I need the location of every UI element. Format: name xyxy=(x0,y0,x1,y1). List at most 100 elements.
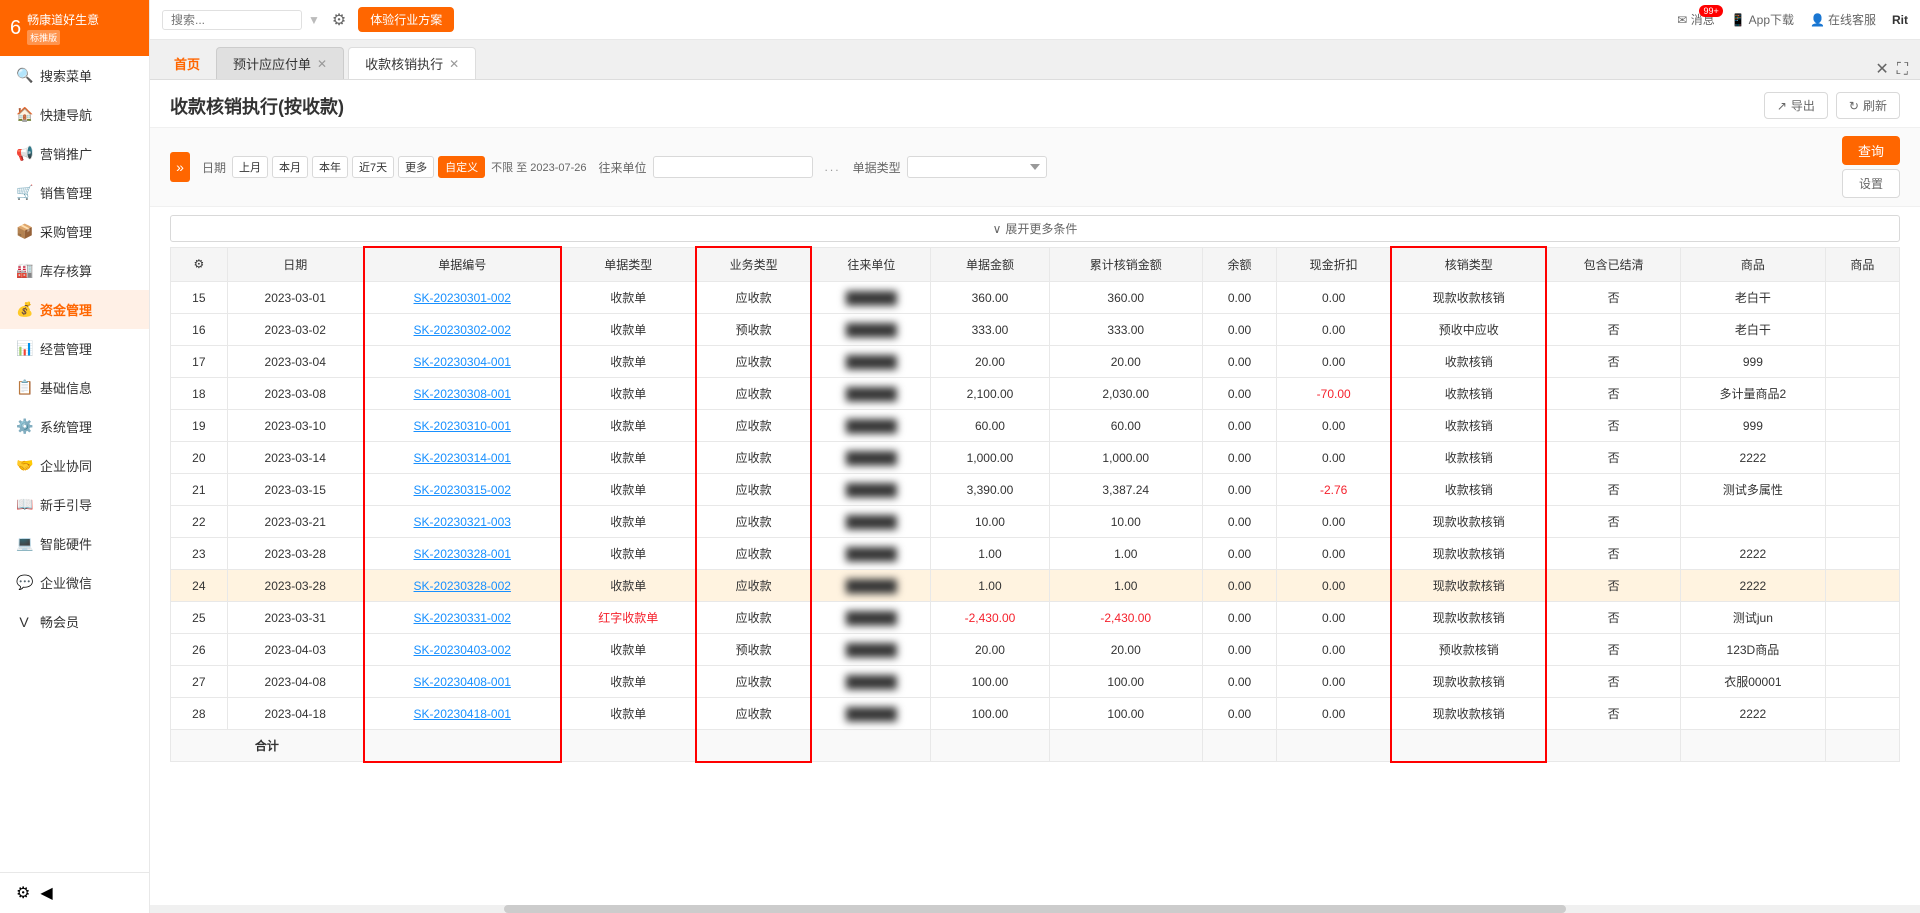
table-row: 262023-04-03SK-20230403-002收款单预收款██████2… xyxy=(171,634,1900,666)
cell-date: 2023-03-01 xyxy=(227,282,364,314)
table-row: 252023-03-31SK-20230331-002红字收款单应收款█████… xyxy=(171,602,1900,634)
cell-cumulative: 20.00 xyxy=(1049,346,1202,378)
sidebar-item-system[interactable]: ⚙️ 系统管理 xyxy=(0,407,149,446)
cell-biz-type: 应收款 xyxy=(696,506,811,538)
sidebar-item-operation[interactable]: 📊 经营管理 xyxy=(0,329,149,368)
cell-writeoff-type: 现款收款核销 xyxy=(1391,570,1546,602)
voucher-no-link[interactable]: SK-20230308-001 xyxy=(414,387,511,401)
tab-home[interactable]: 首页 xyxy=(162,48,212,79)
col-settings-header[interactable]: ⚙ xyxy=(171,247,228,282)
filter-date-this-month[interactable]: 本月 xyxy=(272,156,308,178)
cell-goods2 xyxy=(1825,698,1899,730)
app-download-link[interactable]: 📱 App下载 xyxy=(1731,11,1794,28)
voucher-no-link[interactable]: SK-20230314-001 xyxy=(414,451,511,465)
voucher-no-link[interactable]: SK-20230302-002 xyxy=(414,323,511,337)
data-table: ⚙ 日期 单据编号 单据类型 业务类型 往来单位 单据金额 累计核销金额 余额 … xyxy=(170,246,1900,763)
cell-date: 2023-03-02 xyxy=(227,314,364,346)
cell-balance: 0.00 xyxy=(1202,378,1276,410)
sidebar-item-corp[interactable]: 🤝 企业协同 xyxy=(0,446,149,485)
wechat-icon: 💬 xyxy=(16,574,32,591)
sidebar-item-sales[interactable]: 🛒 销售管理 xyxy=(0,173,149,212)
tab-close-all-icon[interactable]: ✕ xyxy=(1875,59,1888,79)
sidebar-item-inventory[interactable]: 🏭 库存核算 xyxy=(0,251,149,290)
sidebar-item-quicknav[interactable]: 🏠 快捷导航 xyxy=(0,95,149,134)
cell-goods2 xyxy=(1825,410,1899,442)
tab-collection-close[interactable]: ✕ xyxy=(449,57,459,71)
cell-counterparty: ██████ xyxy=(811,314,931,346)
expand-more-button[interactable]: ∨ 展开更多条件 xyxy=(170,215,1900,242)
cell-include-settled: 否 xyxy=(1546,282,1680,314)
voucher-no-link[interactable]: SK-20230328-002 xyxy=(414,579,511,593)
voucher-no-link[interactable]: SK-20230321-003 xyxy=(414,515,511,529)
voucher-no-link[interactable]: SK-20230328-001 xyxy=(414,547,511,561)
cell-counterparty: ██████ xyxy=(811,666,931,698)
cell-counterparty: ██████ xyxy=(811,442,931,474)
sidebar-item-finance[interactable]: 💰 资金管理 xyxy=(0,290,149,329)
voucher-no-link[interactable]: SK-20230408-001 xyxy=(414,675,511,689)
tab-collection[interactable]: 收款核销执行 ✕ xyxy=(348,47,476,79)
filter-date-more[interactable]: 更多 xyxy=(398,156,434,178)
cell-voucher-type: 收款单 xyxy=(561,346,696,378)
refresh-button[interactable]: ↻ 刷新 xyxy=(1836,92,1900,119)
cell-writeoff-type: 现款收款核销 xyxy=(1391,282,1546,314)
topbar-settings-icon[interactable]: ⚙ xyxy=(332,10,346,30)
expand-more-row: ∨ 展开更多条件 xyxy=(150,207,1920,246)
voucher-no-link[interactable]: SK-20230304-001 xyxy=(414,355,511,369)
filter-date-7days[interactable]: 近7天 xyxy=(352,156,394,178)
cell-balance: 0.00 xyxy=(1202,314,1276,346)
tab-prepay-close[interactable]: ✕ xyxy=(317,57,327,71)
cell-voucher-no: SK-20230328-002 xyxy=(364,570,561,602)
query-button[interactable]: 查询 xyxy=(1842,136,1900,165)
voucher-no-link[interactable]: SK-20230310-001 xyxy=(414,419,511,433)
cell-cumulative: 1.00 xyxy=(1049,570,1202,602)
cell-date: 2023-03-10 xyxy=(227,410,364,442)
filter-expand-button[interactable]: » xyxy=(170,152,190,182)
sidebar-item-marketing[interactable]: 📢 营销推广 xyxy=(0,134,149,173)
scroll-thumb[interactable] xyxy=(504,905,1566,913)
cell-biz-type: 应收款 xyxy=(696,346,811,378)
voucher-no-link[interactable]: SK-20230331-002 xyxy=(414,611,511,625)
filter-voucher-type-select[interactable] xyxy=(907,156,1047,178)
page-header-actions: ↗ 导出 ↻ 刷新 xyxy=(1764,92,1900,119)
cell-biz-type: 应收款 xyxy=(696,570,811,602)
user-avatar[interactable]: Rit xyxy=(1892,13,1908,27)
cell-cumulative: 1.00 xyxy=(1049,538,1202,570)
voucher-no-link[interactable]: SK-20230315-002 xyxy=(414,483,511,497)
filter-bar: » 日期 上月 本月 本年 近7天 更多 自定义 不限 至 2023-07-26… xyxy=(150,128,1920,207)
topbar-search-input[interactable] xyxy=(162,10,302,30)
table-row: 182023-03-08SK-20230308-001收款单应收款██████2… xyxy=(171,378,1900,410)
cell-balance: 0.00 xyxy=(1202,346,1276,378)
filter-date-this-year[interactable]: 本年 xyxy=(312,156,348,178)
sidebar-collapse-icon[interactable]: ◀ xyxy=(40,883,52,903)
sidebar-item-guide[interactable]: 📖 新手引导 xyxy=(0,485,149,524)
voucher-no-link[interactable]: SK-20230301-002 xyxy=(414,291,511,305)
cell-voucher-no: SK-20230308-001 xyxy=(364,378,561,410)
filter-counterparty-input[interactable] xyxy=(653,156,813,178)
filter-counterparty-group: 往来单位 xyxy=(599,156,813,178)
filter-date-custom[interactable]: 自定义 xyxy=(438,156,485,178)
voucher-no-link[interactable]: SK-20230418-001 xyxy=(414,707,511,721)
col-include-settled-header: 包含已结清 xyxy=(1546,247,1680,282)
sidebar-item-wechat[interactable]: 💬 企业微信 xyxy=(0,563,149,602)
industry-solution-button[interactable]: 体验行业方案 xyxy=(358,7,454,32)
member-icon: V xyxy=(16,614,32,630)
sidebar-settings-icon[interactable]: ⚙ xyxy=(16,883,30,903)
voucher-no-link[interactable]: SK-20230403-002 xyxy=(414,643,511,657)
sidebar-item-search[interactable]: 🔍 搜索菜单 xyxy=(0,56,149,95)
sidebar-item-member[interactable]: V 畅会员 xyxy=(0,602,149,641)
online-support-link[interactable]: 👤 在线客服 xyxy=(1810,11,1876,28)
sidebar: 6 畅康道好生意 标推版 🔍 搜索菜单 🏠 快捷导航 📢 营销推广 🛒 销售管理… xyxy=(0,0,150,913)
messages-badge[interactable]: ✉ 消息 99+ xyxy=(1677,11,1714,28)
filter-settings-button[interactable]: 设置 xyxy=(1842,169,1900,198)
cell-date: 2023-03-04 xyxy=(227,346,364,378)
tab-maximize-icon[interactable]: ⛶ xyxy=(1897,61,1908,79)
tab-prepay[interactable]: 预计应应付单 ✕ xyxy=(216,47,344,79)
sidebar-item-basic[interactable]: 📋 基础信息 xyxy=(0,368,149,407)
table-row: 202023-03-14SK-20230314-001收款单应收款██████1… xyxy=(171,442,1900,474)
export-button[interactable]: ↗ 导出 xyxy=(1764,92,1828,119)
sidebar-item-hardware[interactable]: 💻 智能硬件 xyxy=(0,524,149,563)
sidebar-item-purchase[interactable]: 📦 采购管理 xyxy=(0,212,149,251)
cell-cumulative: 1,000.00 xyxy=(1049,442,1202,474)
filter-date-last-month[interactable]: 上月 xyxy=(232,156,268,178)
cell-goods: 测试jun xyxy=(1681,602,1826,634)
